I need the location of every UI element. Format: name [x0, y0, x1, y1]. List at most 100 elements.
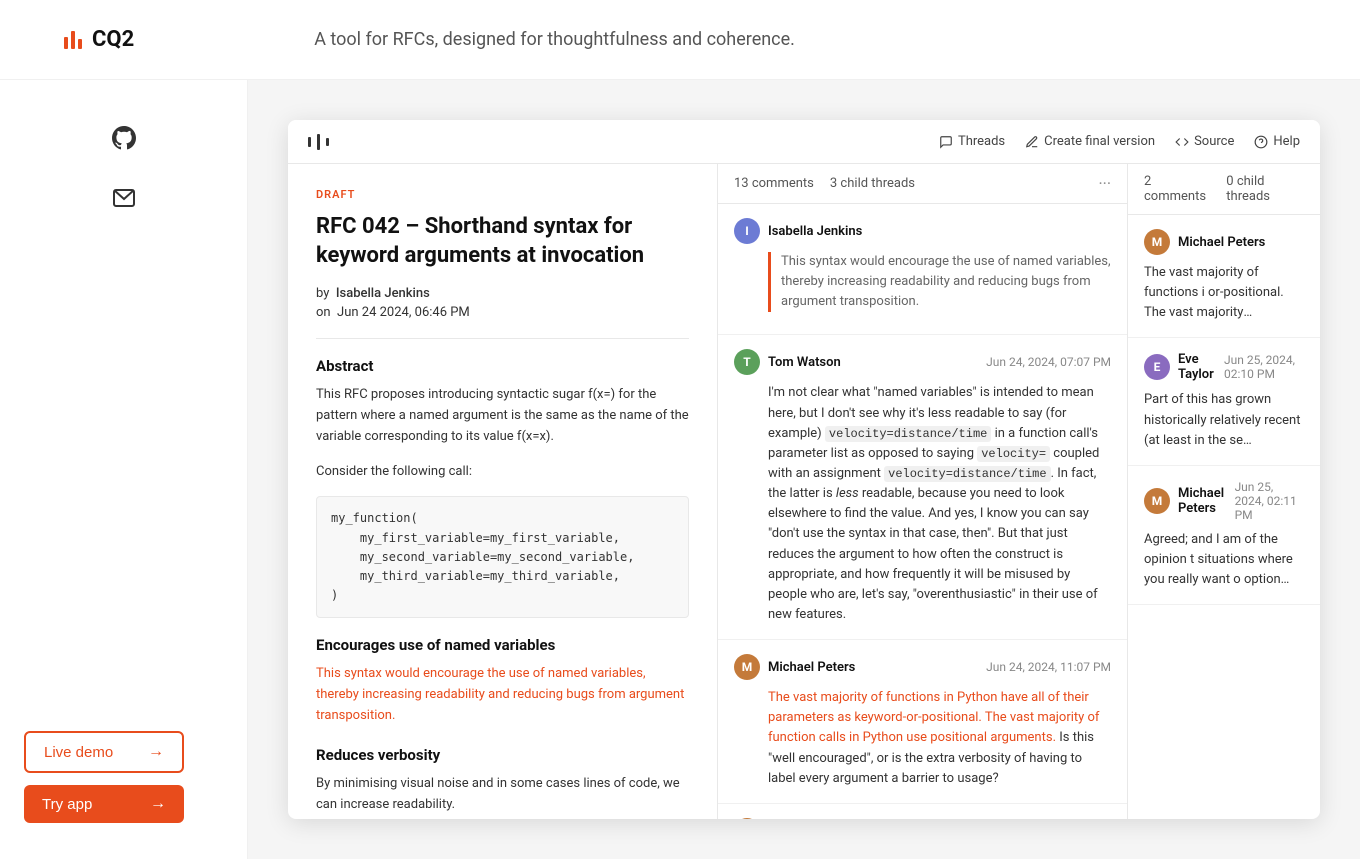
github-icon[interactable] [106, 120, 142, 156]
abstract-text: This RFC proposes introducing syntactic … [316, 385, 689, 447]
help-label: Help [1273, 134, 1300, 149]
main-layout: Live demo → Try app → [0, 80, 1360, 859]
comment-author-row: M Michael Peters [1144, 229, 1304, 255]
app-topbar: Threads Create final version Source [288, 120, 1320, 164]
rfc-author: Isabella Jenkins [336, 286, 430, 301]
source-button[interactable]: Source [1175, 134, 1234, 149]
right-count-text: 2 comments [1144, 174, 1210, 204]
logo-bar-1 [64, 37, 68, 49]
live-demo-label: Live demo [44, 744, 113, 761]
draft-badge: DRAFT [316, 188, 689, 201]
mail-icon[interactable] [106, 180, 142, 216]
right-comment-text: Part of this has grown historically rela… [1144, 390, 1304, 450]
comment-date: Jun 24, 2024, 07:07 PM [986, 355, 1111, 369]
comment-highlight-border: This syntax would encourage the use of n… [768, 252, 1111, 312]
comment-item: M Michael Peters Jun 24, 2024, 11:48 PM … [718, 804, 1127, 819]
rfc-date-meta: on Jun 24 2024, 06:46 PM [316, 305, 689, 320]
right-comments-count: 2 comments 0 child threads [1144, 174, 1304, 204]
help-icon [1254, 135, 1268, 149]
rfc-author-meta: by Isabella Jenkins [316, 286, 689, 301]
comment-text: The vast majority of functions in Python… [734, 688, 1111, 789]
abstract-title: Abstract [316, 357, 689, 375]
rfc-date: Jun 24 2024, 06:46 PM [337, 305, 470, 320]
logo-text: CQ2 [92, 27, 134, 52]
help-button[interactable]: Help [1254, 134, 1300, 149]
logo-bars-icon [64, 31, 82, 49]
section2-text: By minimising visual noise and in some c… [316, 774, 689, 816]
comments-header: 13 comments 3 child threads ··· [718, 164, 1127, 204]
section1-text: This syntax would encourage the use of n… [316, 664, 689, 726]
comment-item: I Isabella Jenkins This syntax would enc… [718, 204, 1127, 335]
comment-date: Jun 25, 2024, 02:10 PM [1224, 353, 1304, 381]
right-panel-header: 2 comments 0 child threads [1128, 164, 1320, 215]
comment-avatar: M [1144, 488, 1170, 514]
section2-title: Reduces verbosity [316, 746, 689, 764]
comment-avatar: I [734, 218, 760, 244]
sidebar: Live demo → Try app → [0, 80, 248, 859]
right-comment-item: M Michael Peters The vast majority of fu… [1128, 215, 1320, 338]
content-area: Threads Create final version Source [248, 80, 1360, 859]
app-topbar-right: Threads Create final version Source [939, 134, 1300, 149]
comment-item: M Michael Peters Jun 24, 2024, 11:07 PM … [718, 640, 1127, 804]
comment-author-row: M Michael Peters Jun 24, 2024, 11:48 PM [734, 818, 1111, 819]
right-comment-item: E Eve Taylor Jun 25, 2024, 02:10 PM Part… [1128, 338, 1320, 465]
comment-content: This syntax would encourage the use of n… [734, 252, 1111, 312]
source-icon [1175, 135, 1189, 149]
comment-author-name: Isabella Jenkins [768, 224, 862, 239]
sidebar-icons [0, 100, 247, 715]
comment-author-row: E Eve Taylor Jun 25, 2024, 02:10 PM [1144, 352, 1304, 382]
comment-author-name: Tom Watson [768, 355, 841, 370]
tagline: A tool for RFCs, designed for thoughtful… [314, 29, 795, 50]
comment-date: Jun 25, 2024, 02:11 PM [1235, 480, 1304, 522]
comment-avatar: M [1144, 229, 1170, 255]
comments-count: 13 comments 3 child threads [734, 176, 915, 191]
right-child-threads: 0 child threads [1226, 174, 1304, 204]
comment-author-row: I Isabella Jenkins [734, 218, 1111, 244]
comment-avatar: T [734, 349, 760, 375]
comment-item: T Tom Watson Jun 24, 2024, 07:07 PM I'm … [718, 335, 1127, 640]
comment-author-name: Michael Peters [768, 660, 855, 675]
comment-quoted-text: This syntax would encourage the use of n… [781, 252, 1111, 312]
try-app-label: Try app [42, 796, 92, 813]
comments-panel: 13 comments 3 child threads ··· I Isabel… [718, 164, 1128, 819]
create-final-button[interactable]: Create final version [1025, 134, 1155, 149]
child-threads-text: 3 child threads [830, 176, 915, 191]
source-label: Source [1194, 134, 1234, 149]
comment-author-row: M Michael Peters Jun 24, 2024, 11:07 PM [734, 654, 1111, 680]
right-comment-item: M Michael Peters Jun 25, 2024, 02:11 PM … [1128, 466, 1320, 605]
github-svg [112, 126, 136, 150]
comment-author-name: Michael Peters [1178, 235, 1265, 250]
by-label: by [316, 286, 329, 301]
comment-avatar: E [1144, 354, 1170, 380]
right-panel: 2 comments 0 child threads M Michael Pet… [1128, 164, 1320, 819]
threads-label: Threads [958, 134, 1005, 149]
rfc-title: RFC 042 – Shorthand syntax for keyword a… [316, 213, 689, 270]
code-pre: my_function( my_first_variable=my_first_… [331, 509, 674, 605]
try-app-button[interactable]: Try app → [24, 785, 184, 823]
threads-button[interactable]: Threads [939, 134, 1005, 149]
logo-bar-3 [78, 39, 82, 49]
code-inline: velocity=distance/time [825, 426, 991, 442]
comments-more-icon[interactable]: ··· [1098, 174, 1111, 193]
try-app-arrow-icon: → [150, 795, 166, 813]
logo-area: CQ2 [64, 27, 134, 52]
on-label: on [316, 305, 331, 320]
comment-avatar: M [734, 654, 760, 680]
sidebar-buttons: Live demo → Try app → [0, 715, 247, 839]
create-final-icon [1025, 135, 1039, 149]
threads-icon [939, 135, 953, 149]
comment-author-row: T Tom Watson Jun 24, 2024, 07:07 PM [734, 349, 1111, 375]
rfc-panel: DRAFT RFC 042 – Shorthand syntax for key… [288, 164, 718, 819]
live-demo-button[interactable]: Live demo → [24, 731, 184, 773]
logo-bar-2 [71, 31, 75, 49]
top-header: CQ2 A tool for RFCs, designed for though… [0, 0, 1360, 80]
app-body: DRAFT RFC 042 – Shorthand syntax for key… [288, 164, 1320, 819]
consider-text: Consider the following call: [316, 462, 689, 483]
comment-author-name: Michael Peters [1178, 486, 1227, 516]
comment-author-row: M Michael Peters Jun 25, 2024, 02:11 PM [1144, 480, 1304, 522]
topbar-bar-2 [317, 134, 320, 150]
app-mockup: Threads Create final version Source [288, 120, 1320, 819]
comment-text: I'm not clear what "named variables" is … [734, 383, 1111, 625]
code-inline: velocity=distance/time [884, 466, 1050, 482]
live-demo-arrow-icon: → [148, 743, 164, 761]
